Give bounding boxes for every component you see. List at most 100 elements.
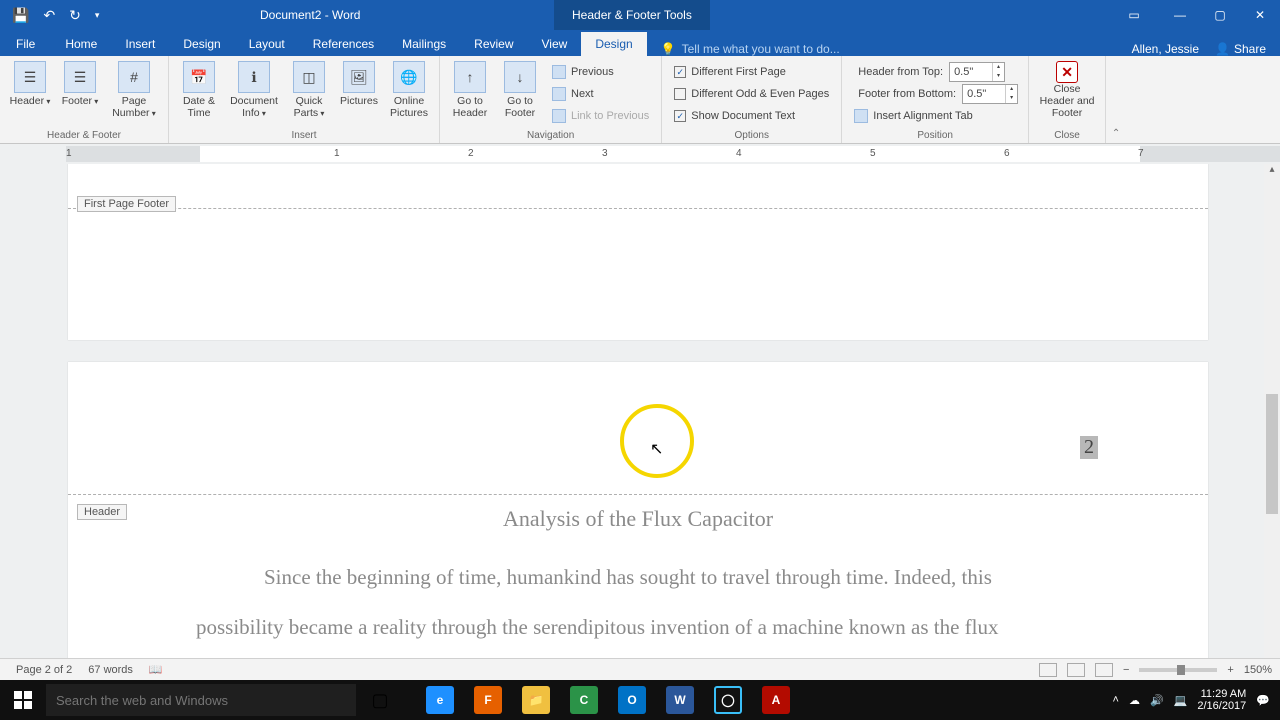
tab-file[interactable]: File (0, 32, 51, 56)
share-button[interactable]: 👤 Share (1215, 42, 1266, 56)
start-button[interactable] (0, 680, 46, 720)
insert-alignment-tab-button[interactable]: Insert Alignment Tab (848, 105, 1022, 127)
app-chrome[interactable]: C (560, 680, 608, 720)
zoom-out-button[interactable]: − (1123, 664, 1129, 676)
date-time-button[interactable]: 📅Date & Time (175, 59, 223, 119)
page-number-field[interactable]: 2 (1080, 436, 1098, 459)
app-camtasia[interactable]: ◯ (704, 680, 752, 720)
tab-insert[interactable]: Insert (111, 32, 169, 56)
taskbar-search-input[interactable] (46, 684, 356, 716)
redo-icon[interactable]: ↻ (69, 7, 81, 24)
ribbon: ☰Header ☰Footer #Page Number Header & Fo… (0, 56, 1280, 144)
tell-me-search[interactable]: 💡 Tell me what you want to do... (647, 42, 854, 56)
qat-customize-icon[interactable]: ▾ (95, 10, 100, 21)
tray-date: 2/16/2017 (1197, 700, 1246, 712)
footer-button[interactable]: ☰Footer (56, 59, 104, 108)
pictures-button[interactable]: 🖼Pictures (335, 59, 383, 107)
ribbon-display-options-icon[interactable]: ▭ (1114, 0, 1154, 30)
vertical-scrollbar[interactable]: ▴ ▾ (1264, 164, 1280, 680)
maximize-button[interactable]: ▢ (1200, 0, 1240, 30)
status-words[interactable]: 67 words (80, 664, 141, 676)
tray-onedrive-icon[interactable]: ☁ (1129, 694, 1140, 707)
zoom-slider[interactable] (1139, 668, 1217, 672)
checkbox-different-first-page[interactable]: ✓Different First Page (668, 61, 835, 83)
view-print-layout-button[interactable] (1067, 663, 1085, 677)
view-web-layout-button[interactable] (1095, 663, 1113, 677)
share-label: Share (1234, 42, 1266, 56)
puzzle-icon: ◫ (293, 61, 325, 93)
tab-view[interactable]: View (528, 32, 582, 56)
app-file-explorer[interactable]: 📁 (512, 680, 560, 720)
checkbox-different-odd-even[interactable]: Different Odd & Even Pages (668, 83, 835, 105)
tell-me-placeholder: Tell me what you want to do... (682, 42, 840, 56)
app-ie[interactable]: e (416, 680, 464, 720)
tab-references[interactable]: References (299, 32, 388, 56)
document-info-button[interactable]: ℹDocument Info (225, 59, 283, 120)
ruler-tick: 3 (602, 148, 608, 159)
status-page[interactable]: Page 2 of 2 (8, 664, 80, 676)
proofing-icon[interactable]: 📖 (141, 663, 171, 676)
tab-review[interactable]: Review (460, 32, 527, 56)
minimize-button[interactable]: — (1160, 0, 1200, 30)
close-header-footer-button[interactable]: ✕ Close Header and Footer (1035, 59, 1099, 119)
tab-design-context[interactable]: Design (581, 32, 646, 56)
task-view-button[interactable]: ▢ (356, 680, 404, 720)
horizontal-ruler[interactable]: 1 1 2 3 4 5 6 7 (66, 146, 1280, 162)
scroll-thumb[interactable] (1266, 394, 1278, 514)
scroll-up-icon[interactable]: ▴ (1264, 164, 1280, 180)
quick-parts-button[interactable]: ◫Quick Parts (285, 59, 333, 120)
page-number-icon: # (118, 61, 150, 93)
ruler-tick: 5 (870, 148, 876, 159)
online-pictures-button[interactable]: 🌐Online Pictures (385, 59, 433, 119)
zoom-in-button[interactable]: + (1227, 664, 1233, 676)
group-label-header-footer: Header & Footer (6, 130, 162, 142)
tray-notifications-icon[interactable]: 💬 (1256, 694, 1270, 707)
footer-from-bottom-row: Footer from Bottom: 0.5"▴▾ (848, 83, 1022, 105)
collapse-ribbon-button[interactable]: ⌃ (1106, 56, 1126, 143)
cursor-icon: ↖ (650, 439, 663, 459)
next-icon (552, 87, 566, 101)
group-insert: 📅Date & Time ℹDocument Info ◫Quick Parts… (169, 56, 440, 143)
contextual-tab-label: Header & Footer Tools (554, 0, 710, 30)
ruler-tick: 2 (468, 148, 474, 159)
title-bar: 💾 ↶ ↻ ▾ Document2 - Word Header & Footer… (0, 0, 1280, 30)
app-word[interactable]: W (656, 680, 704, 720)
app-outlook[interactable]: O (608, 680, 656, 720)
undo-icon[interactable]: ↶ (43, 7, 55, 24)
tray-network-icon[interactable]: 💻 (1174, 694, 1188, 707)
tray-clock[interactable]: 11:29 AM 2/16/2017 (1197, 688, 1246, 712)
app-firefox[interactable]: F (464, 680, 512, 720)
page-number-button[interactable]: #Page Number (106, 59, 162, 120)
header-button[interactable]: ☰Header (6, 59, 54, 108)
calendar-icon: 📅 (183, 61, 215, 93)
app-acrobat[interactable]: A (752, 680, 800, 720)
page-1-footer-region[interactable]: First Page Footer (68, 164, 1208, 340)
checkbox-show-document-text[interactable]: ✓Show Document Text (668, 105, 835, 127)
ruler-tick: 1 (66, 148, 72, 159)
group-label-close: Close (1035, 130, 1099, 142)
view-read-mode-button[interactable] (1039, 663, 1057, 677)
footer-from-bottom-input[interactable]: 0.5"▴▾ (962, 84, 1018, 104)
user-name[interactable]: Allen, Jessie (1132, 42, 1199, 56)
tab-mailings[interactable]: Mailings (388, 32, 460, 56)
document-area[interactable]: First Page Footer 2 Header Analysis of t… (0, 164, 1280, 680)
tab-design-main[interactable]: Design (169, 32, 234, 56)
save-icon[interactable]: 💾 (12, 7, 29, 24)
close-window-button[interactable]: ✕ (1240, 0, 1280, 30)
next-button[interactable]: Next (546, 83, 655, 105)
goto-header-icon: ↑ (454, 61, 486, 93)
previous-button[interactable]: Previous (546, 61, 655, 83)
tab-layout[interactable]: Layout (235, 32, 299, 56)
tab-home[interactable]: Home (51, 32, 111, 56)
goto-footer-button[interactable]: ↓Go to Footer (496, 59, 544, 119)
lightbulb-icon: 💡 (661, 42, 676, 56)
windows-logo-icon (14, 691, 32, 709)
tray-time: 11:29 AM (1197, 688, 1246, 700)
taskbar-apps: e F 📁 C O W ◯ A (416, 680, 800, 720)
header-from-top-input[interactable]: 0.5"▴▾ (949, 62, 1005, 82)
tray-chevron-up-icon[interactable]: ˄ (1113, 694, 1119, 706)
first-page-footer-tag: First Page Footer (77, 196, 176, 212)
tray-volume-icon[interactable]: 🔊 (1150, 694, 1164, 707)
goto-header-button[interactable]: ↑Go to Header (446, 59, 494, 119)
zoom-level[interactable]: 150% (1244, 664, 1272, 676)
